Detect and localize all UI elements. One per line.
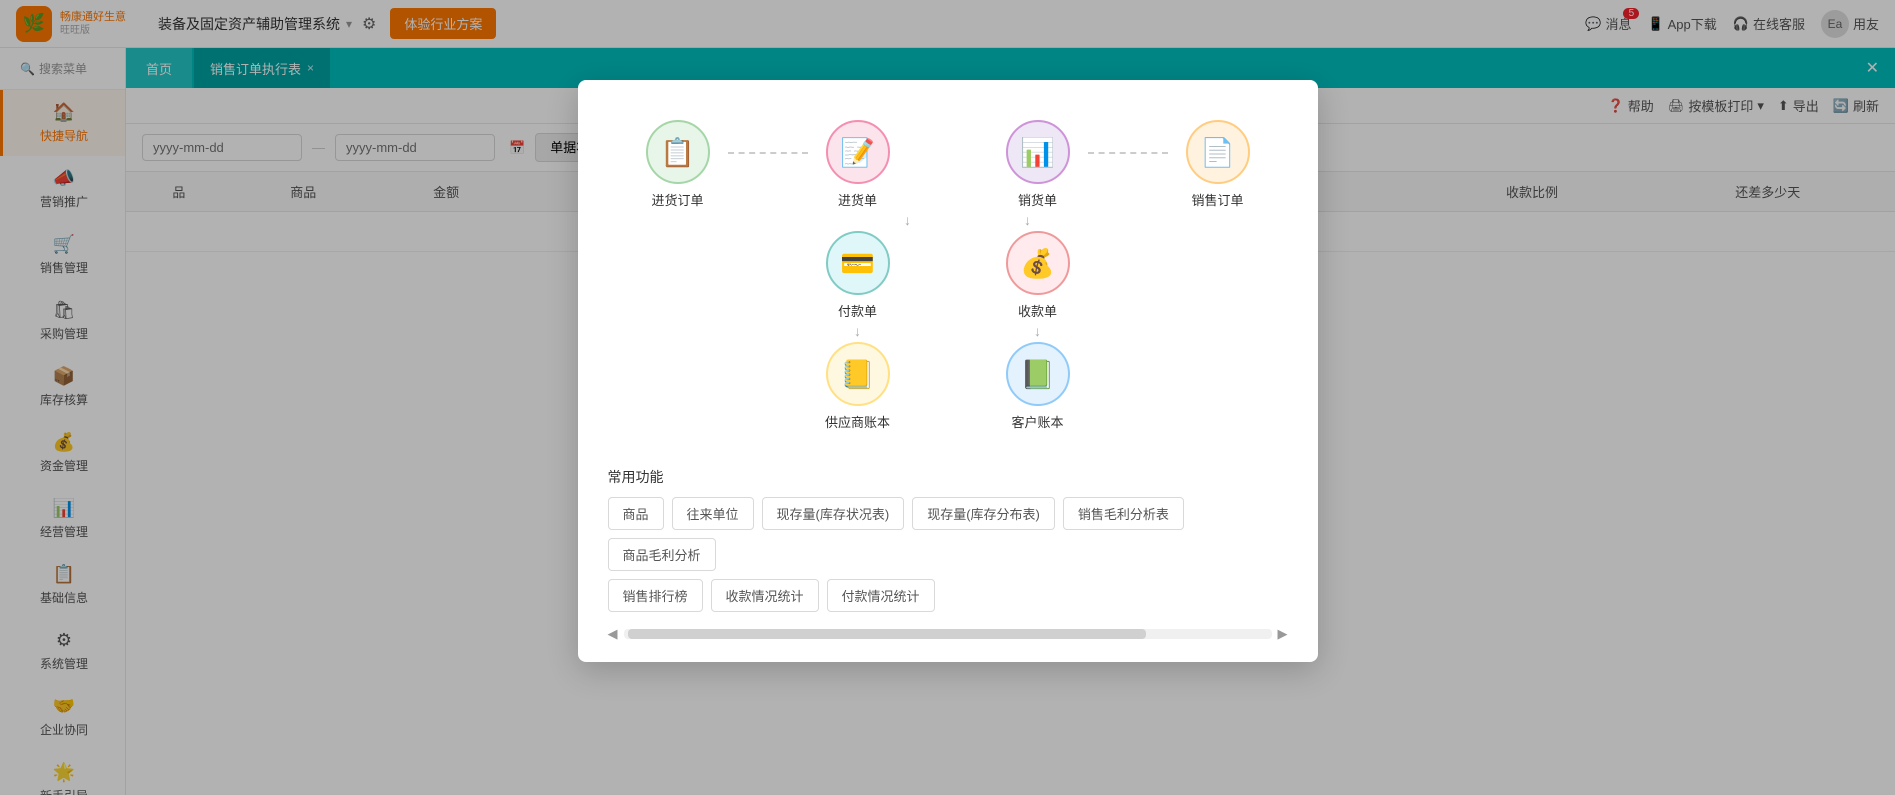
- flow-top-row: 📋 进货订单 📝 进货单 📊 销货单 📄: [628, 120, 1268, 209]
- flow-node-purchase-order[interactable]: 📋 进货订单: [628, 120, 728, 209]
- func-btn-stock-status[interactable]: 现存量(库存状况表): [762, 497, 905, 530]
- func-btn-product-margin[interactable]: 商品毛利分析: [608, 538, 716, 571]
- receipt-icon: 💰: [1006, 231, 1070, 295]
- flow-node-purchase-bill[interactable]: 📝 进货单: [808, 120, 908, 209]
- dash-arrow-left-1: [1088, 152, 1168, 154]
- scroll-left-icon[interactable]: ◀: [608, 626, 618, 642]
- flow-mid-row: 💳 付款单 💰 收款单: [628, 231, 1268, 320]
- flow-node-sales-order[interactable]: 📄 销售订单: [1168, 120, 1268, 209]
- flow-diagram: 📋 进货订单 📝 进货单 📊 销货单 📄: [608, 110, 1288, 457]
- scroll-right-icon[interactable]: ▶: [1278, 626, 1288, 642]
- flow-node-receipt[interactable]: 💰 收款单: [988, 231, 1088, 320]
- customer-account-icon: 📗: [1006, 342, 1070, 406]
- func-btn-sales-rank[interactable]: 销售排行榜: [608, 579, 703, 612]
- func-btn-payment-stats[interactable]: 付款情况统计: [827, 579, 935, 612]
- scrollbar-thumb: [628, 629, 1146, 639]
- popup-scrollbar-area: ◀ ▶: [608, 626, 1288, 642]
- func-btn-receipt-stats[interactable]: 收款情况统计: [711, 579, 819, 612]
- func-btn-product[interactable]: 商品: [608, 497, 664, 530]
- sales-bill-icon: 📊: [1006, 120, 1070, 184]
- app-container: 🌿 畅康通好生意 旺旺版 装备及固定资产辅助管理系统 ▾ ⚙ 体验行业方案 💬 …: [0, 0, 1895, 795]
- sales-order-icon: 📄: [1186, 120, 1250, 184]
- common-functions-section: 常用功能 商品 往来单位 现存量(库存状况表) 现存量(库存分布表) 销售毛利分…: [608, 467, 1288, 612]
- scrollbar-track[interactable]: [624, 629, 1272, 639]
- supplier-account-icon: 📒: [826, 342, 890, 406]
- func-btn-stock-dist[interactable]: 现存量(库存分布表): [912, 497, 1055, 530]
- flow-node-supplier-account[interactable]: 📒 供应商账本: [808, 342, 908, 431]
- payment-icon: 💳: [826, 231, 890, 295]
- flow-node-sales-bill[interactable]: 📊 销货单: [988, 120, 1088, 209]
- purchase-bill-icon: 📝: [826, 120, 890, 184]
- popup-overlay[interactable]: 📋 进货订单 📝 进货单 📊 销货单 📄: [0, 0, 1895, 795]
- func-buttons-row2: 销售排行榜 收款情况统计 付款情况统计: [608, 579, 1288, 612]
- down-arrows-row: ↓ ↓: [628, 213, 1268, 227]
- arrow-down-sales: ↓: [996, 213, 1060, 227]
- func-btn-sales-margin[interactable]: 销售毛利分析表: [1063, 497, 1184, 530]
- func-buttons-row1: 商品 往来单位 现存量(库存状况表) 现存量(库存分布表) 销售毛利分析表 商品…: [608, 497, 1288, 571]
- arrow-down-payment: ↓: [826, 324, 890, 338]
- purchase-order-icon: 📋: [646, 120, 710, 184]
- arrow-down-purchase: ↓: [876, 213, 940, 227]
- flow-node-payment[interactable]: 💳 付款单: [808, 231, 908, 320]
- dash-arrow-right-1: [728, 152, 808, 154]
- common-func-title: 常用功能: [608, 467, 1288, 487]
- quick-nav-popup: 📋 进货订单 📝 进货单 📊 销货单 📄: [578, 80, 1318, 662]
- flow-node-customer-account[interactable]: 📗 客户账本: [988, 342, 1088, 431]
- flow-bottom-row: 📒 供应商账本 📗 客户账本: [628, 342, 1268, 431]
- arrow-down-receipt: ↓: [1006, 324, 1070, 338]
- func-btn-partners[interactable]: 往来单位: [672, 497, 754, 530]
- down-arrows-row-2: ↓ ↓: [628, 324, 1268, 338]
